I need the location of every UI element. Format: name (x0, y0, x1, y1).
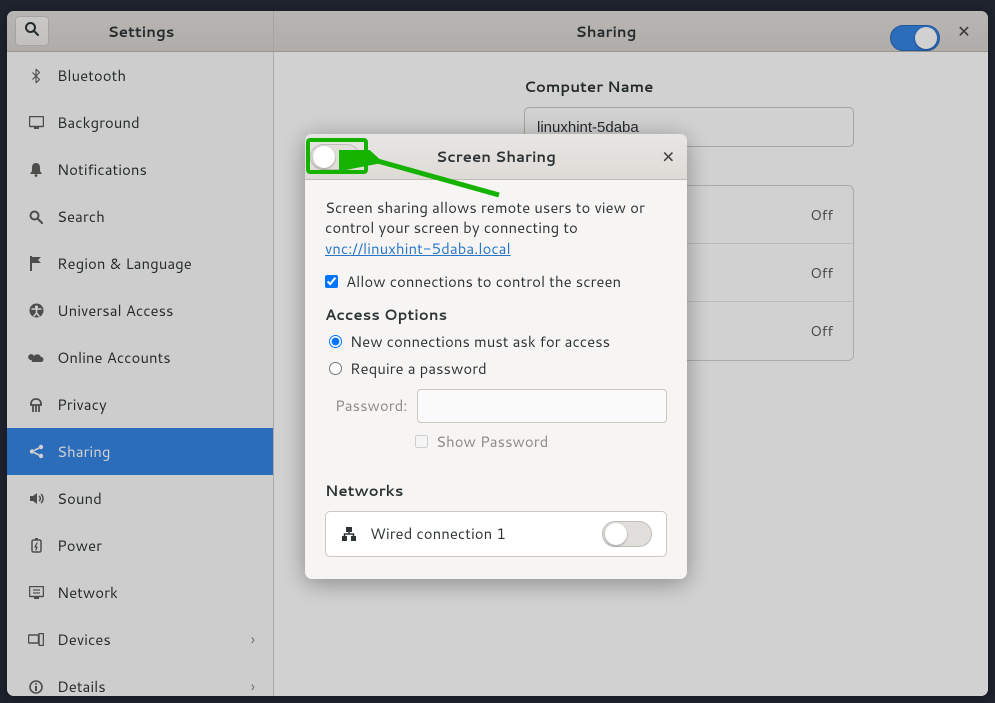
allow-control-checkbox[interactable] (325, 275, 338, 288)
network-row: Wired connection 1 (326, 512, 666, 556)
desc-text: Screen sharing allows remote users to vi… (325, 197, 645, 238)
dialog-description: Screen sharing allows remote users to vi… (325, 198, 667, 259)
require-password-label: Require a password (350, 358, 487, 379)
ask-access-label: New connections must ask for access (350, 331, 610, 352)
toggle-knob (313, 146, 335, 168)
show-password-checkbox[interactable] (415, 435, 428, 448)
toggle-knob (605, 523, 627, 545)
password-row: Password: (335, 389, 667, 423)
network-name: Wired connection 1 (370, 523, 590, 544)
dialog-header: Screen Sharing ✕ (305, 134, 687, 180)
screen-sharing-toggle[interactable] (310, 144, 360, 170)
networks-title: Networks (325, 480, 667, 501)
show-password-row[interactable]: Show Password (415, 431, 667, 452)
ask-access-radio[interactable] (329, 335, 342, 348)
close-icon: ✕ (662, 145, 675, 168)
vnc-link[interactable]: vnc://linuxhint-5daba.local (325, 238, 511, 259)
access-options-title: Access Options (325, 304, 667, 325)
network-toggle[interactable] (602, 521, 652, 547)
dialog-body: Screen sharing allows remote users to vi… (305, 180, 687, 579)
password-input[interactable] (417, 389, 667, 423)
dialog-title: Screen Sharing (305, 146, 687, 167)
wired-network-icon (340, 526, 358, 542)
password-label: Password: (335, 395, 407, 416)
screen-sharing-dialog: Screen Sharing ✕ Screen sharing allows r… (305, 134, 687, 579)
require-password-radio[interactable] (329, 362, 342, 375)
require-password-radio-row[interactable]: Require a password (329, 358, 667, 379)
dialog-close-button[interactable]: ✕ (662, 145, 675, 168)
allow-control-label: Allow connections to control the screen (346, 271, 621, 292)
networks-list: Wired connection 1 (325, 511, 667, 557)
allow-control-checkbox-row[interactable]: Allow connections to control the screen (325, 271, 667, 292)
ask-access-radio-row[interactable]: New connections must ask for access (329, 331, 667, 352)
show-password-label: Show Password (436, 431, 548, 452)
